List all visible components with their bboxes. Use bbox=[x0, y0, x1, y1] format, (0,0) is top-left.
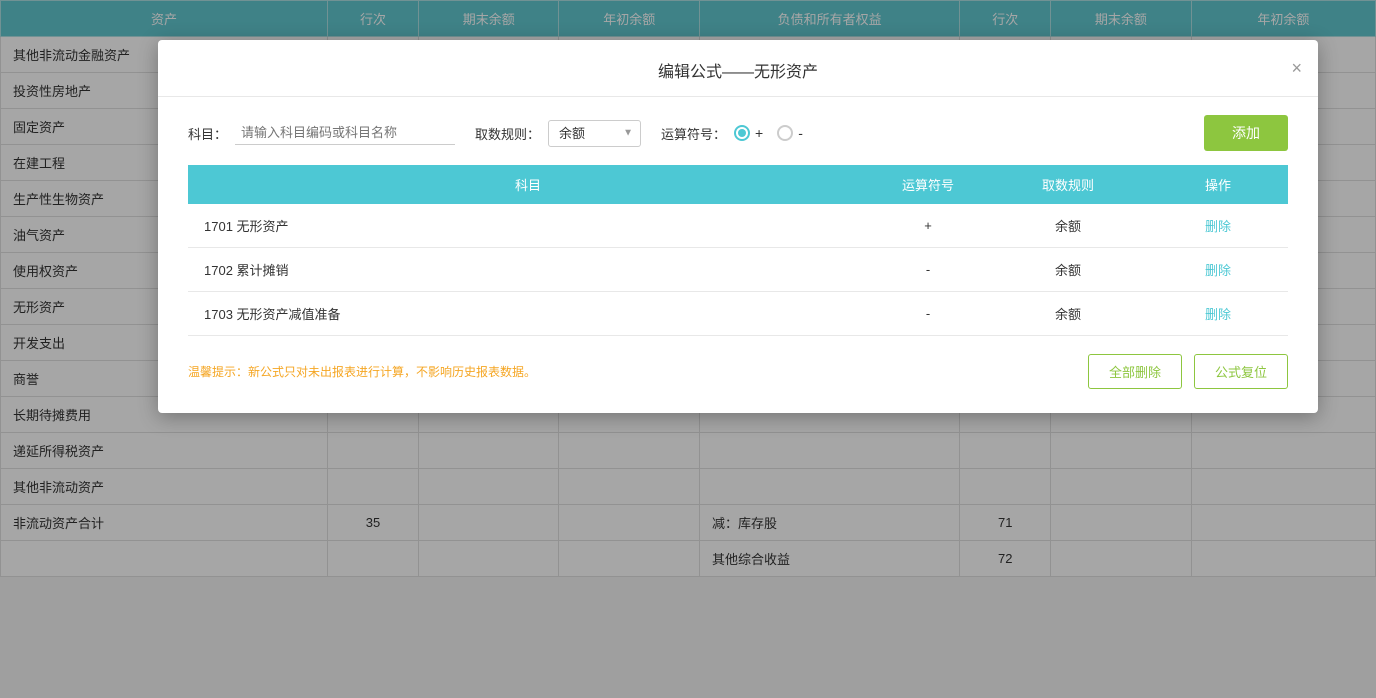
delete-all-button[interactable]: 全部删除 bbox=[1088, 354, 1182, 389]
modal-header: 编辑公式——无形资产 × bbox=[158, 40, 1318, 97]
modal-title: 编辑公式——无形资产 bbox=[658, 58, 818, 82]
cell-rule: 余额 bbox=[988, 204, 1148, 248]
footer-tip: 温馨提示：新公式只对未出报表进行计算，不影响历史报表数据。 bbox=[188, 363, 536, 380]
data-table-wrapper: 科目 运算符号 取数规则 操作 1701 无形资产 + 余额 删除 1702 累… bbox=[188, 165, 1288, 336]
cell-rule: 余额 bbox=[988, 292, 1148, 336]
rule-select-wrapper: 余额 借方 贷方 借方余额 贷方余额 ▼ bbox=[548, 120, 641, 147]
cell-action: 删除 bbox=[1148, 204, 1288, 248]
table-header-row: 科目 运算符号 取数规则 操作 bbox=[188, 165, 1288, 204]
formula-table: 科目 运算符号 取数规则 操作 1701 无形资产 + 余额 删除 1702 累… bbox=[188, 165, 1288, 336]
operator-plus-radio[interactable]: + bbox=[734, 125, 763, 141]
th-operator: 运算符号 bbox=[868, 165, 988, 204]
cell-action: 删除 bbox=[1148, 292, 1288, 336]
operator-radio-group: + - bbox=[734, 125, 803, 141]
operator-label: 运算符号： bbox=[661, 124, 726, 143]
reset-formula-button[interactable]: 公式复位 bbox=[1194, 354, 1288, 389]
edit-formula-modal: 编辑公式——无形资产 × 科目： 取数规则： 余额 借方 贷方 借方余额 贷方余… bbox=[158, 40, 1318, 413]
cell-action: 删除 bbox=[1148, 248, 1288, 292]
delete-link[interactable]: 删除 bbox=[1205, 307, 1231, 322]
rule-label: 取数规则： bbox=[475, 124, 540, 143]
th-action: 操作 bbox=[1148, 165, 1288, 204]
operator-minus-circle bbox=[777, 125, 793, 141]
cell-operator: + bbox=[868, 204, 988, 248]
footer-buttons: 全部删除 公式复位 bbox=[1088, 354, 1288, 389]
subject-input[interactable] bbox=[235, 121, 455, 145]
delete-link[interactable]: 删除 bbox=[1205, 219, 1231, 234]
operator-plus-label: + bbox=[755, 125, 763, 141]
operator-minus-radio[interactable]: - bbox=[777, 125, 803, 141]
table-row: 1702 累计摊销 - 余额 删除 bbox=[188, 248, 1288, 292]
cell-subject: 1703 无形资产减值准备 bbox=[188, 292, 868, 336]
add-button[interactable]: 添加 bbox=[1204, 115, 1288, 151]
cell-subject: 1702 累计摊销 bbox=[188, 248, 868, 292]
cell-operator: - bbox=[868, 292, 988, 336]
cell-operator: - bbox=[868, 248, 988, 292]
form-row: 科目： 取数规则： 余额 借方 贷方 借方余额 贷方余额 ▼ 运算符号： bbox=[158, 97, 1318, 165]
subject-group: 科目： bbox=[188, 121, 455, 145]
th-rule: 取数规则 bbox=[988, 165, 1148, 204]
operator-plus-circle bbox=[734, 125, 750, 141]
table-row: 1703 无形资产减值准备 - 余额 删除 bbox=[188, 292, 1288, 336]
modal-footer: 温馨提示：新公式只对未出报表进行计算，不影响历史报表数据。 全部删除 公式复位 bbox=[158, 336, 1318, 389]
table-row: 1701 无形资产 + 余额 删除 bbox=[188, 204, 1288, 248]
th-subject: 科目 bbox=[188, 165, 868, 204]
operator-minus-label: - bbox=[798, 125, 803, 141]
rule-group: 取数规则： 余额 借方 贷方 借方余额 贷方余额 ▼ bbox=[475, 120, 641, 147]
delete-link[interactable]: 删除 bbox=[1205, 263, 1231, 278]
modal-close-button[interactable]: × bbox=[1291, 59, 1302, 77]
operator-group: 运算符号： + - bbox=[661, 124, 803, 143]
cell-subject: 1701 无形资产 bbox=[188, 204, 868, 248]
subject-label: 科目： bbox=[188, 124, 227, 143]
rule-select[interactable]: 余额 借方 贷方 借方余额 贷方余额 bbox=[548, 120, 641, 147]
cell-rule: 余额 bbox=[988, 248, 1148, 292]
